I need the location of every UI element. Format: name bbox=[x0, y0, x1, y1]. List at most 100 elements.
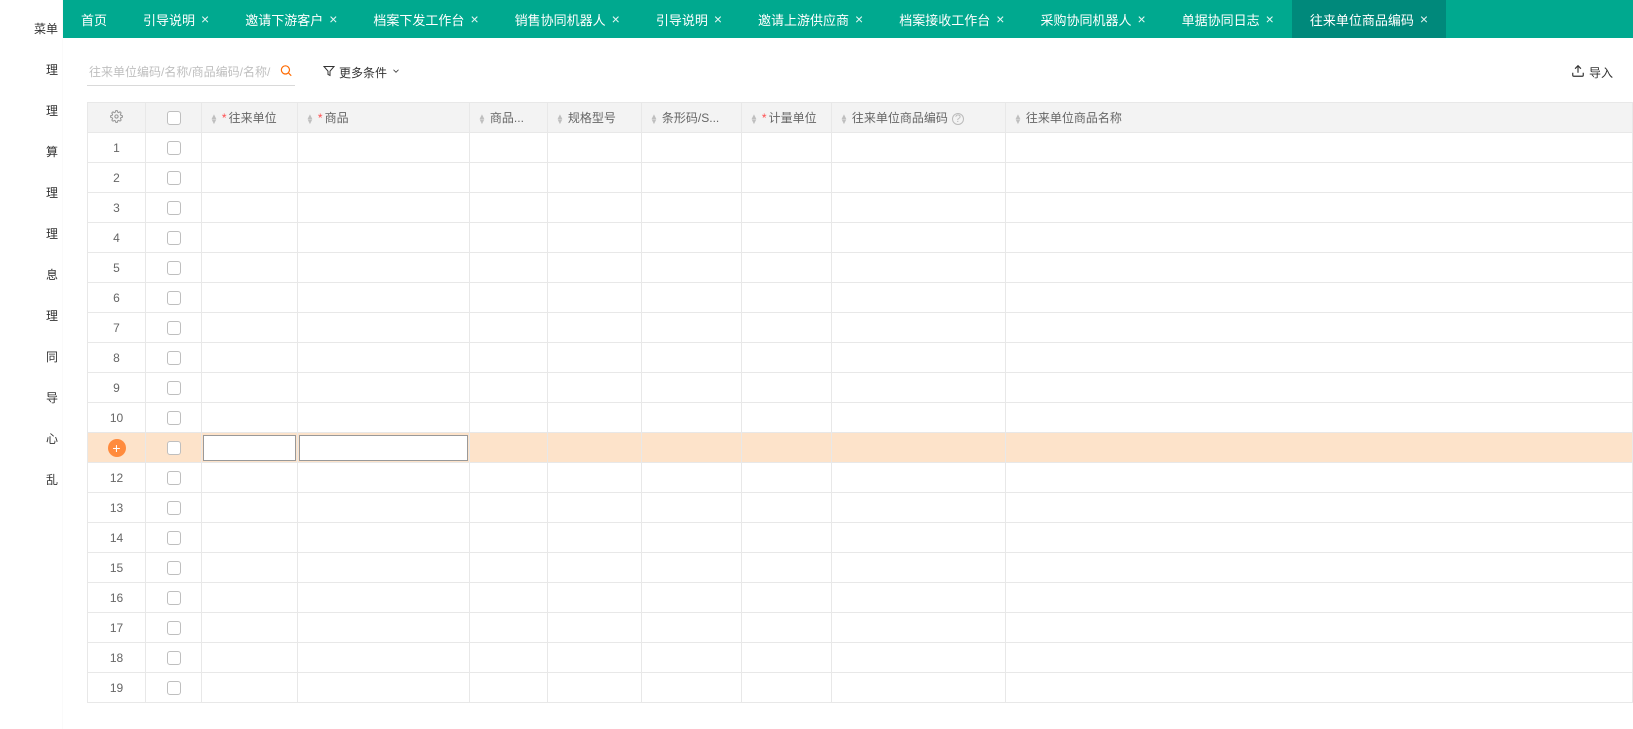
cell[interactable] bbox=[298, 613, 470, 643]
cell[interactable] bbox=[742, 163, 832, 193]
cell[interactable] bbox=[1006, 463, 1633, 493]
cell[interactable] bbox=[742, 493, 832, 523]
cell[interactable] bbox=[298, 133, 470, 163]
cell[interactable] bbox=[832, 163, 1006, 193]
cell[interactable] bbox=[1006, 313, 1633, 343]
cell[interactable] bbox=[202, 343, 298, 373]
cell[interactable] bbox=[548, 253, 642, 283]
cell[interactable] bbox=[548, 373, 642, 403]
cell[interactable] bbox=[470, 283, 548, 313]
cell[interactable] bbox=[548, 163, 642, 193]
cell[interactable] bbox=[832, 643, 1006, 673]
sidebar-item[interactable]: 菜单 bbox=[0, 8, 62, 49]
cell[interactable] bbox=[548, 613, 642, 643]
cell[interactable] bbox=[832, 523, 1006, 553]
sidebar-item[interactable]: 理 bbox=[0, 90, 62, 131]
cell[interactable] bbox=[548, 223, 642, 253]
cell[interactable] bbox=[1006, 583, 1633, 613]
cell[interactable] bbox=[832, 493, 1006, 523]
cell[interactable] bbox=[548, 283, 642, 313]
cell[interactable] bbox=[1006, 343, 1633, 373]
checkbox[interactable] bbox=[167, 291, 181, 305]
checkbox[interactable] bbox=[167, 411, 181, 425]
cell[interactable] bbox=[832, 463, 1006, 493]
checkbox[interactable] bbox=[167, 351, 181, 365]
column-unit[interactable]: ▲▼*计量单位 bbox=[742, 103, 832, 133]
cell[interactable] bbox=[298, 433, 470, 463]
cell[interactable] bbox=[298, 253, 470, 283]
cell[interactable] bbox=[642, 343, 742, 373]
tab[interactable]: 单据协同日志× bbox=[1164, 0, 1292, 38]
cell[interactable] bbox=[742, 313, 832, 343]
cell[interactable] bbox=[298, 583, 470, 613]
cell[interactable] bbox=[642, 133, 742, 163]
cell[interactable] bbox=[832, 193, 1006, 223]
cell[interactable] bbox=[548, 523, 642, 553]
cell[interactable] bbox=[1006, 613, 1633, 643]
cell[interactable] bbox=[1006, 163, 1633, 193]
cell[interactable] bbox=[642, 613, 742, 643]
cell[interactable] bbox=[202, 313, 298, 343]
cell[interactable] bbox=[832, 223, 1006, 253]
row-checkbox-cell[interactable] bbox=[146, 373, 202, 403]
sidebar-item[interactable]: 同 bbox=[0, 336, 62, 377]
cell[interactable] bbox=[202, 583, 298, 613]
cell[interactable] bbox=[202, 283, 298, 313]
sidebar-item[interactable]: 理 bbox=[0, 49, 62, 90]
cell[interactable] bbox=[642, 463, 742, 493]
checkbox[interactable] bbox=[167, 321, 181, 335]
cell[interactable] bbox=[470, 163, 548, 193]
cell[interactable] bbox=[742, 553, 832, 583]
cell[interactable] bbox=[548, 493, 642, 523]
cell[interactable] bbox=[742, 433, 832, 463]
row-checkbox-cell[interactable] bbox=[146, 583, 202, 613]
export-button[interactable]: 导入 bbox=[1571, 64, 1613, 81]
cell[interactable] bbox=[642, 673, 742, 703]
cell[interactable] bbox=[470, 133, 548, 163]
cell[interactable] bbox=[470, 613, 548, 643]
cell[interactable] bbox=[642, 373, 742, 403]
cell[interactable] bbox=[548, 643, 642, 673]
cell[interactable] bbox=[642, 313, 742, 343]
cell[interactable] bbox=[548, 553, 642, 583]
cell[interactable] bbox=[742, 373, 832, 403]
cell[interactable] bbox=[298, 163, 470, 193]
cell[interactable] bbox=[202, 403, 298, 433]
sidebar-item[interactable]: 理 bbox=[0, 213, 62, 254]
cell[interactable] bbox=[832, 313, 1006, 343]
cell[interactable] bbox=[742, 523, 832, 553]
sidebar-item[interactable]: 算 bbox=[0, 131, 62, 172]
cell[interactable] bbox=[298, 313, 470, 343]
tab[interactable]: 引导说明× bbox=[125, 0, 227, 38]
column-settings[interactable] bbox=[88, 103, 146, 133]
cell[interactable] bbox=[742, 133, 832, 163]
row-checkbox-cell[interactable] bbox=[146, 463, 202, 493]
cell[interactable] bbox=[548, 193, 642, 223]
cell[interactable] bbox=[202, 463, 298, 493]
cell[interactable] bbox=[1006, 373, 1633, 403]
cell[interactable] bbox=[548, 583, 642, 613]
cell[interactable] bbox=[470, 343, 548, 373]
tab[interactable]: 往来单位商品编码× bbox=[1292, 0, 1446, 38]
cell[interactable] bbox=[742, 193, 832, 223]
row-checkbox-cell[interactable] bbox=[146, 433, 202, 463]
tab[interactable]: 首页 bbox=[63, 0, 125, 38]
cell[interactable] bbox=[298, 643, 470, 673]
cell[interactable] bbox=[548, 433, 642, 463]
close-icon[interactable]: × bbox=[201, 12, 209, 26]
checkbox[interactable] bbox=[167, 381, 181, 395]
cell[interactable] bbox=[202, 193, 298, 223]
cell[interactable] bbox=[742, 343, 832, 373]
cell[interactable] bbox=[832, 583, 1006, 613]
cell[interactable] bbox=[742, 463, 832, 493]
tab[interactable]: 邀请上游供应商× bbox=[740, 0, 881, 38]
checkbox[interactable] bbox=[167, 681, 181, 695]
checkbox[interactable] bbox=[167, 171, 181, 185]
column-goods[interactable]: ▲▼*商品 bbox=[298, 103, 470, 133]
row-checkbox-cell[interactable] bbox=[146, 643, 202, 673]
cell[interactable] bbox=[470, 673, 548, 703]
cell[interactable] bbox=[642, 523, 742, 553]
cell[interactable] bbox=[1006, 223, 1633, 253]
cell[interactable] bbox=[470, 553, 548, 583]
checkbox[interactable] bbox=[167, 561, 181, 575]
